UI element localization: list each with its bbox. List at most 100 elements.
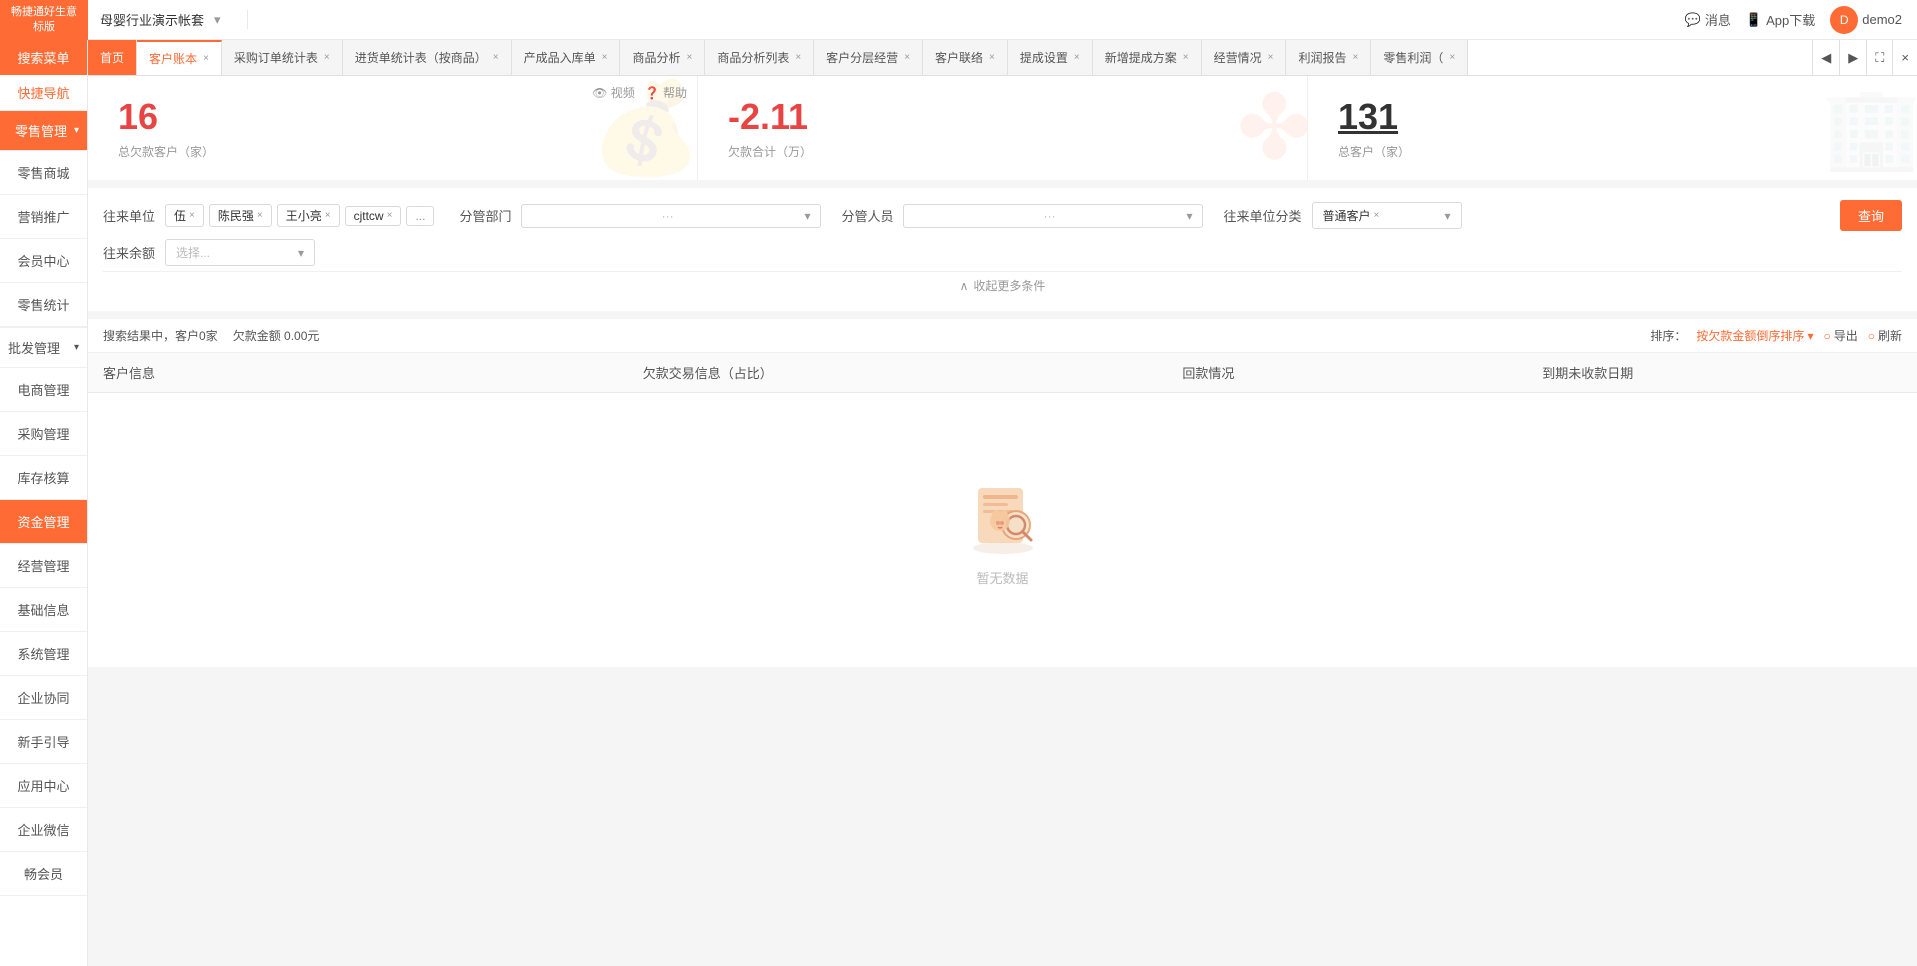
phone-icon: 📱: [1746, 12, 1762, 28]
filter-tag-wang[interactable]: 王小亮 ×: [277, 204, 340, 227]
sidebar-search[interactable]: 搜索菜单: [0, 40, 87, 75]
tab-close-customers[interactable]: ×: [203, 53, 209, 64]
avatar: D: [1830, 6, 1858, 34]
tab-prev-button[interactable]: ◀: [1812, 40, 1839, 76]
remove-tag-chen[interactable]: ×: [257, 210, 263, 221]
filter-dept-select[interactable]: ··· ▾: [521, 204, 821, 228]
sidebar-item-app-center[interactable]: 应用中心: [0, 764, 87, 808]
tab-close-all-button[interactable]: ×: [1892, 40, 1917, 76]
tab-close-business-status[interactable]: ×: [1268, 52, 1274, 63]
chevron-down-icon: ▾: [804, 209, 810, 223]
tab-product-analysis[interactable]: 商品分析 ×: [620, 40, 705, 76]
filter-unit-class-select[interactable]: 普通客户 × ▾: [1312, 202, 1462, 229]
stat-label-all-customers: 总客户（家）: [1338, 143, 1887, 160]
chevron-up-icon: ∧: [960, 279, 969, 293]
tab-customer-contact[interactable]: 客户联络 ×: [923, 40, 1008, 76]
refresh-button[interactable]: ○ 刷新: [1868, 327, 1902, 344]
tab-close-new-reminder-plan[interactable]: ×: [1183, 52, 1189, 63]
export-button[interactable]: ○ 导出: [1823, 327, 1857, 344]
user-profile-button[interactable]: D demo2: [1830, 6, 1902, 34]
stat-value-all-customers: 131: [1338, 96, 1887, 138]
tab-close-customer-segment[interactable]: ×: [904, 52, 910, 63]
collapse-more-btn[interactable]: ∧ 收起更多条件: [103, 271, 1902, 299]
tab-customer-segment[interactable]: 客户分层经营 ×: [814, 40, 923, 76]
tab-bar: 首页 客户账本 × 采购订单统计表 × 进货单统计表（按商品） × 产成品入库单…: [88, 40, 1917, 76]
sidebar-item-basic-info[interactable]: 基础信息: [0, 588, 87, 632]
sidebar-item-inventory[interactable]: 库存核算: [0, 456, 87, 500]
sidebar-item-retail-shop[interactable]: 零售商城: [0, 151, 87, 195]
filter-tag-chen[interactable]: 陈民强 ×: [209, 204, 272, 227]
filter-tag-normal-customer[interactable]: 普通客户 ×: [1323, 207, 1380, 224]
tab-reminder-settings[interactable]: 提成设置 ×: [1008, 40, 1093, 76]
messages-button[interactable]: 💬 消息: [1685, 10, 1731, 29]
tab-close-reminder-settings[interactable]: ×: [1074, 52, 1080, 63]
col-debt-info: 欠款交易信息（占比）: [643, 363, 1183, 382]
tab-close-profit-report[interactable]: ×: [1352, 52, 1358, 63]
sidebar-item-retail[interactable]: 零售管理 ▾: [0, 111, 87, 151]
help-link[interactable]: ❓ 帮助: [645, 84, 687, 101]
sidebar-item-purchase[interactable]: 采购管理: [0, 412, 87, 456]
chevron-down-icon: ▾: [298, 246, 304, 260]
dept-more-dots: ···: [662, 209, 674, 223]
tab-retail-profit[interactable]: 零售利润（ ×: [1371, 40, 1468, 76]
tab-new-reminder-plan[interactable]: 新增提成方案 ×: [1093, 40, 1202, 76]
stat-label-total-debt: 欠款合计（万）: [728, 143, 1277, 160]
table: 客户信息 欠款交易信息（占比） 回款情况 到期未收款日期: [88, 353, 1917, 667]
sidebar-item-enterprise-coop[interactable]: 企业协同: [0, 676, 87, 720]
sidebar-item-members[interactable]: 会员中心: [0, 239, 87, 283]
remove-tag-wu[interactable]: ×: [189, 210, 195, 221]
filter-remainder-select[interactable]: 选择... ▾: [165, 239, 315, 266]
sidebar-item-ecommerce[interactable]: 电商管理: [0, 368, 87, 412]
table-header: 客户信息 欠款交易信息（占比） 回款情况 到期未收款日期: [88, 353, 1917, 393]
sidebar-item-wholesale[interactable]: 批发管理 ▾: [0, 328, 87, 368]
sidebar-item-enterprise-wechat[interactable]: 企业微信: [0, 808, 87, 852]
filter-more-tags-btn[interactable]: ...: [406, 206, 434, 226]
sort-label: 排序：: [1650, 327, 1686, 344]
tab-purchase-orders[interactable]: 采购订单统计表 ×: [222, 40, 343, 76]
tab-profit-report[interactable]: 利润报告 ×: [1286, 40, 1371, 76]
tab-maximize-button[interactable]: ⛶: [1866, 40, 1892, 76]
sidebar-item-vip[interactable]: 畅会员: [0, 852, 87, 896]
filter-remainder-label: 往来余额: [103, 243, 155, 262]
sidebar-item-system[interactable]: 系统管理: [0, 632, 87, 676]
tab-customers[interactable]: 客户账本 ×: [137, 40, 222, 76]
quick-nav[interactable]: 快捷导航: [0, 75, 87, 111]
sidebar-item-retail-stats[interactable]: 零售统计: [0, 283, 87, 327]
tab-close-product-analysis[interactable]: ×: [686, 52, 692, 63]
filter-person-label: 分管人员: [841, 206, 893, 225]
store-name: 母婴行业演示帐套: [100, 10, 204, 29]
query-button[interactable]: 查询: [1840, 200, 1902, 231]
filter-person-select[interactable]: ··· ▾: [903, 204, 1203, 228]
sidebar-item-operations[interactable]: 经营管理: [0, 544, 87, 588]
tab-home[interactable]: 首页: [88, 40, 137, 76]
sidebar-item-marketing[interactable]: 营销推广: [0, 195, 87, 239]
remove-tag-normal-customer[interactable]: ×: [1374, 210, 1380, 221]
tab-stock-stats[interactable]: 进货单统计表（按商品） ×: [343, 40, 512, 76]
tab-close-production-in[interactable]: ×: [602, 52, 608, 63]
sort-button[interactable]: 按欠款金额倒序排序 ▾: [1696, 327, 1813, 344]
filter-tag-wu[interactable]: 伍 ×: [165, 204, 204, 227]
tab-close-customer-contact[interactable]: ×: [989, 52, 995, 63]
sidebar-item-finance[interactable]: 资金管理: [0, 500, 87, 544]
empty-state: 暂无数据: [88, 393, 1917, 667]
tab-close-retail-profit[interactable]: ×: [1449, 52, 1455, 63]
remove-tag-wang[interactable]: ×: [325, 210, 331, 221]
filter-section: 往来单位 伍 × 陈民强 × 王小亮: [88, 188, 1917, 311]
stat-card-all-customers: 🏢 131 总客户（家）: [1308, 76, 1917, 180]
sidebar-item-new-user[interactable]: 新手引导: [0, 720, 87, 764]
video-link[interactable]: 👁 视频: [592, 84, 635, 101]
bell-icon: 💬: [1685, 12, 1701, 28]
stat-label-total-customers: 总欠款客户（家）: [118, 143, 667, 160]
store-selector[interactable]: 母婴行业演示帐套 ▾: [88, 10, 248, 29]
app-download-button[interactable]: 📱 App下载: [1746, 10, 1815, 29]
filter-tag-cjttcw[interactable]: cjttcw ×: [345, 206, 402, 226]
tab-production-in[interactable]: 产成品入库单 ×: [512, 40, 621, 76]
tab-product-analysis-list[interactable]: 商品分析列表 ×: [705, 40, 814, 76]
tab-business-status[interactable]: 经营情况 ×: [1202, 40, 1287, 76]
remove-tag-cjttcw[interactable]: ×: [387, 210, 393, 221]
chevron-down-icon: ▾: [1444, 209, 1450, 223]
tab-next-button[interactable]: ▶: [1839, 40, 1866, 76]
tab-close-purchase-orders[interactable]: ×: [324, 52, 330, 63]
tab-close-stock-stats[interactable]: ×: [493, 52, 499, 63]
tab-close-product-analysis-list[interactable]: ×: [795, 52, 801, 63]
